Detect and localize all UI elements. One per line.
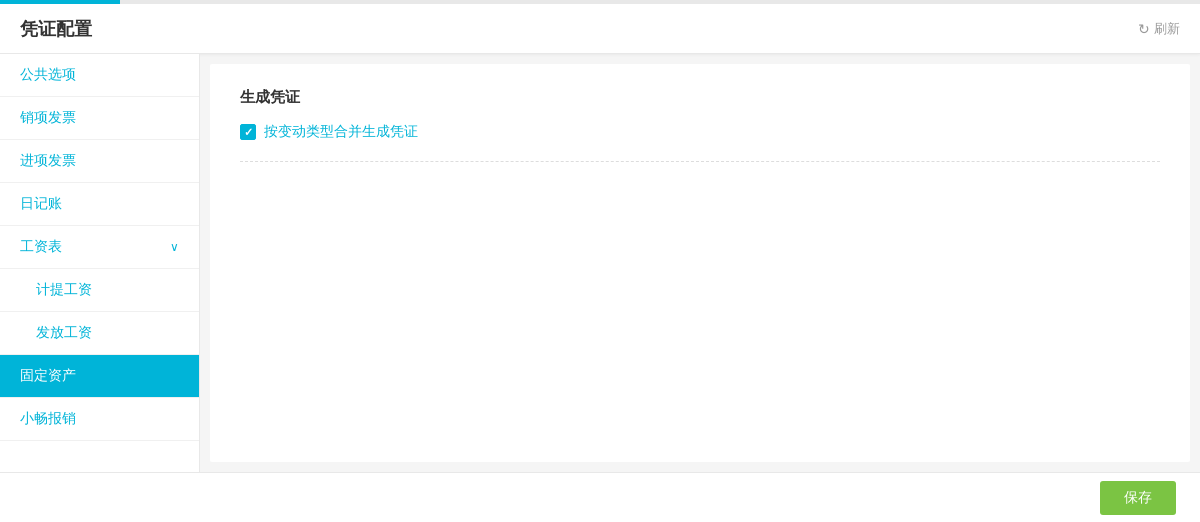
footer: 保存 [0, 472, 1200, 522]
merge-by-type-checkbox[interactable] [240, 124, 256, 140]
page-title: 凭证配置 [20, 17, 92, 41]
sidebar: 公共选项 销项发票 进项发票 日记账 工资表 ∨ 计提工资 发放工资 固定资产 … [0, 54, 200, 472]
chevron-down-icon: ∨ [170, 240, 179, 254]
checkbox-label: 按变动类型合并生成凭证 [264, 123, 418, 141]
refresh-label: 刷新 [1154, 20, 1180, 38]
sidebar-item-expense-claim[interactable]: 小畅报销 [0, 398, 199, 441]
section-divider [240, 161, 1160, 162]
top-bar [0, 0, 1200, 4]
sidebar-item-label: 计提工资 [36, 281, 92, 299]
sidebar-item-label: 销项发票 [20, 109, 76, 127]
content-area: 生成凭证 按变动类型合并生成凭证 [210, 64, 1190, 462]
sidebar-item-label: 日记账 [20, 195, 62, 213]
sidebar-item-label: 发放工资 [36, 324, 92, 342]
section-title: 生成凭证 [240, 88, 1160, 107]
sidebar-item-accrued-payroll[interactable]: 计提工资 [0, 269, 199, 312]
sidebar-item-label: 工资表 [20, 238, 62, 256]
save-button[interactable]: 保存 [1100, 481, 1176, 515]
top-bar-active-indicator [0, 0, 120, 4]
refresh-icon: ↻ [1138, 21, 1150, 37]
sidebar-item-payroll-table[interactable]: 工资表 ∨ [0, 226, 199, 269]
main-layout: 公共选项 销项发票 进项发票 日记账 工资表 ∨ 计提工资 发放工资 固定资产 … [0, 54, 1200, 472]
refresh-button[interactable]: ↻ 刷新 [1138, 20, 1180, 38]
header: 凭证配置 ↻ 刷新 [0, 4, 1200, 54]
sidebar-item-purchase-invoice[interactable]: 进项发票 [0, 140, 199, 183]
sidebar-item-pay-payroll[interactable]: 发放工资 [0, 312, 199, 355]
checkbox-row: 按变动类型合并生成凭证 [240, 123, 1160, 141]
sidebar-item-sales-invoice[interactable]: 销项发票 [0, 97, 199, 140]
sidebar-item-fixed-assets[interactable]: 固定资产 [0, 355, 199, 398]
sidebar-item-public-options[interactable]: 公共选项 [0, 54, 199, 97]
sidebar-item-label: 公共选项 [20, 66, 76, 84]
sidebar-item-label: 固定资产 [20, 367, 76, 385]
sidebar-item-journal[interactable]: 日记账 [0, 183, 199, 226]
sidebar-item-label: 进项发票 [20, 152, 76, 170]
sidebar-item-label: 小畅报销 [20, 410, 76, 428]
